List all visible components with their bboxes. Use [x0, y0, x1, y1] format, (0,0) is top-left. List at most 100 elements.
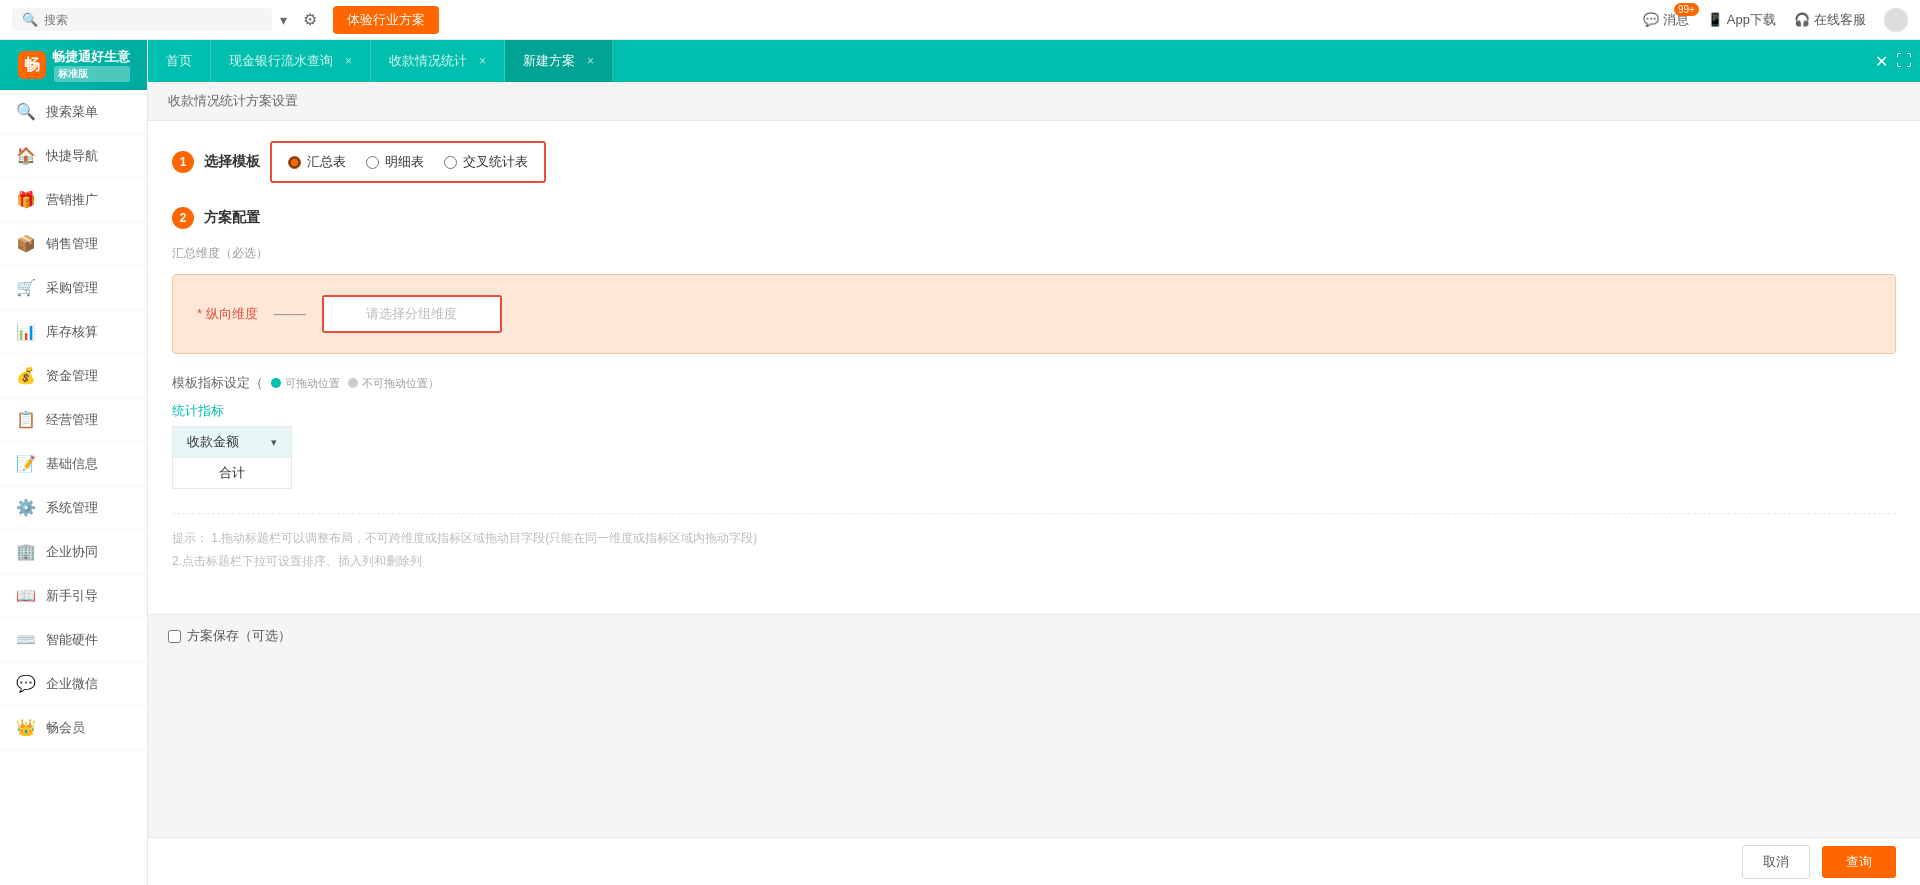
sales-icon: 📦: [16, 234, 36, 253]
indicator-table-row: 合计: [173, 458, 291, 488]
tab-bank-flow[interactable]: 现金银行流水查询 ×: [211, 40, 371, 82]
tab-new-plan-close[interactable]: ×: [587, 55, 594, 67]
sidebar-label-finance: 资金管理: [46, 367, 98, 385]
tab-new-plan[interactable]: 新建方案 ×: [505, 40, 613, 82]
sidebar-label-system: 系统管理: [46, 499, 98, 517]
radio-cross-input[interactable]: [444, 156, 457, 169]
online-support-label: 在线客服: [1814, 11, 1866, 29]
logo-icon: 畅: [18, 51, 46, 79]
sidebar-label-enterprise: 企业协同: [46, 543, 98, 561]
top-right-actions: 💬 消息 99+ 📱 App下载 🎧 在线客服: [1643, 8, 1908, 32]
messages-button[interactable]: 💬 消息 99+: [1643, 11, 1689, 29]
quick-nav-icon: 🏠: [16, 146, 36, 165]
sidebar-label-hardware: 智能硬件: [46, 631, 98, 649]
wechat-icon: 💬: [16, 674, 36, 693]
tab-payment-stats-close[interactable]: ×: [479, 55, 486, 67]
sidebar-label-guide: 新手引导: [46, 587, 98, 605]
tab-home[interactable]: 首页: [148, 40, 211, 82]
content-area: 首页 现金银行流水查询 × 收款情况统计 × 新建方案 × ✕ ⛶ 收款情况统计…: [148, 40, 1920, 885]
tip-line2: 2.点击标题栏下拉可设置排序、插入列和删除列: [172, 553, 1896, 570]
radio-group-template: 汇总表 明细表 交叉统计表: [288, 153, 528, 171]
indicator-table-label: 统计指标: [172, 402, 1896, 420]
radio-cross[interactable]: 交叉统计表: [444, 153, 528, 171]
sidebar-item-basic-info[interactable]: 📝 基础信息: [0, 442, 147, 486]
tab-payment-stats[interactable]: 收款情况统计 ×: [371, 40, 505, 82]
step1-section: 1 选择模板 汇总表 明细表: [172, 141, 1896, 183]
sidebar-item-inventory[interactable]: 📊 库存核算: [0, 310, 147, 354]
draggable-dot-active: [271, 378, 281, 388]
non-draggable-tag: 不可拖动位置）: [348, 376, 439, 391]
online-support-button[interactable]: 🎧 在线客服: [1794, 11, 1866, 29]
sidebar-item-member[interactable]: 👑 畅会员: [0, 706, 147, 750]
app-download-label: App下载: [1727, 11, 1776, 29]
indicator-header-cell: 收款金额: [187, 433, 239, 451]
sidebar: 畅 畅捷通好生意 标准版 🔍 搜索菜单 🏠 快捷导航 🎁 营销推广 📦 销售管理…: [0, 40, 148, 885]
draggable-label: 可拖动位置: [285, 376, 340, 391]
message-icon: 💬: [1643, 12, 1659, 27]
tab-bank-flow-label: 现金银行流水查询: [229, 52, 333, 70]
tab-bar-actions: ✕ ⛶: [1875, 40, 1920, 82]
sidebar-item-finance[interactable]: 💰 资金管理: [0, 354, 147, 398]
radio-summary-input[interactable]: [288, 156, 301, 169]
sidebar-item-purchase[interactable]: 🛒 采购管理: [0, 266, 147, 310]
sidebar-label-operations: 经营管理: [46, 411, 98, 429]
sidebar-item-system[interactable]: ⚙️ 系统管理: [0, 486, 147, 530]
bottom-action-bar: 取消 查询: [148, 837, 1920, 885]
guide-icon: 📖: [16, 586, 36, 605]
sidebar-item-enterprise[interactable]: 🏢 企业协同: [0, 530, 147, 574]
sidebar-item-operations[interactable]: 📋 经营管理: [0, 398, 147, 442]
tab-expand-icon[interactable]: ⛶: [1896, 52, 1912, 70]
save-option-checkbox[interactable]: 方案保存（可选）: [168, 627, 291, 645]
dimension-arrow: ——: [274, 305, 306, 323]
sidebar-item-guide[interactable]: 📖 新手引导: [0, 574, 147, 618]
query-button[interactable]: 查询: [1822, 846, 1896, 878]
radio-detail-input[interactable]: [366, 156, 379, 169]
user-avatar[interactable]: [1884, 8, 1908, 32]
radio-detail[interactable]: 明细表: [366, 153, 424, 171]
sidebar-item-search-menu[interactable]: 🔍 搜索菜单: [0, 90, 147, 134]
page-content: 收款情况统计方案设置 1 选择模板 汇总表: [148, 82, 1920, 837]
sidebar-item-quick-nav[interactable]: 🏠 快捷导航: [0, 134, 147, 178]
operations-icon: 📋: [16, 410, 36, 429]
search-input[interactable]: [44, 13, 262, 27]
radio-summary[interactable]: 汇总表: [288, 153, 346, 171]
non-draggable-label: 不可拖动位置）: [362, 376, 439, 391]
enterprise-icon: 🏢: [16, 542, 36, 561]
tab-home-label: 首页: [166, 52, 192, 70]
save-checkbox-input[interactable]: [168, 630, 181, 643]
save-checkbox-label: 方案保存（可选）: [187, 627, 291, 645]
system-icon: ⚙️: [16, 498, 36, 517]
dropdown-button[interactable]: ▾: [280, 12, 287, 28]
sidebar-item-hardware[interactable]: ⌨️ 智能硬件: [0, 618, 147, 662]
form-container: 1 选择模板 汇总表 明细表: [148, 121, 1920, 614]
dimension-label-text: 汇总维度（必选）: [172, 246, 268, 260]
step2-badge: 2: [172, 207, 194, 229]
step1-header: 1 选择模板 汇总表 明细表: [172, 141, 1896, 183]
tab-payment-stats-label: 收款情况统计: [389, 52, 467, 70]
sidebar-label-member: 畅会员: [46, 719, 85, 737]
messages-badge: 99+: [1674, 3, 1699, 16]
version-tag: 标准版: [54, 66, 130, 82]
cancel-button[interactable]: 取消: [1742, 845, 1810, 879]
trial-button[interactable]: 体验行业方案: [333, 6, 439, 34]
tab-bank-flow-close[interactable]: ×: [345, 55, 352, 67]
settings-gear-icon[interactable]: ⚙: [303, 10, 317, 29]
sidebar-label-basic-info: 基础信息: [46, 455, 98, 473]
radio-cross-label: 交叉统计表: [463, 153, 528, 171]
dimension-config: 汇总维度（必选） 纵向维度 —— 请选择分组维度: [172, 245, 1896, 354]
dimension-select-button[interactable]: 请选择分组维度: [322, 295, 502, 333]
indicator-table-header[interactable]: 收款金额 ▾: [173, 427, 291, 458]
radio-summary-label: 汇总表: [307, 153, 346, 171]
main-layout: 畅 畅捷通好生意 标准版 🔍 搜索菜单 🏠 快捷导航 🎁 营销推广 📦 销售管理…: [0, 40, 1920, 885]
tab-close-all-icon[interactable]: ✕: [1875, 52, 1888, 71]
step1-badge: 1: [172, 151, 194, 173]
sidebar-label-sales: 销售管理: [46, 235, 98, 253]
sidebar-item-sales[interactable]: 📦 销售管理: [0, 222, 147, 266]
sidebar-item-marketing[interactable]: 🎁 营销推广: [0, 178, 147, 222]
app-download-button[interactable]: 📱 App下载: [1707, 11, 1776, 29]
search-menu-icon: 🔍: [16, 102, 36, 121]
dimension-label: 汇总维度（必选）: [172, 245, 1896, 262]
indicator-dropdown-arrow[interactable]: ▾: [271, 436, 277, 449]
download-icon: 📱: [1707, 12, 1723, 27]
sidebar-item-wechat[interactable]: 💬 企业微信: [0, 662, 147, 706]
